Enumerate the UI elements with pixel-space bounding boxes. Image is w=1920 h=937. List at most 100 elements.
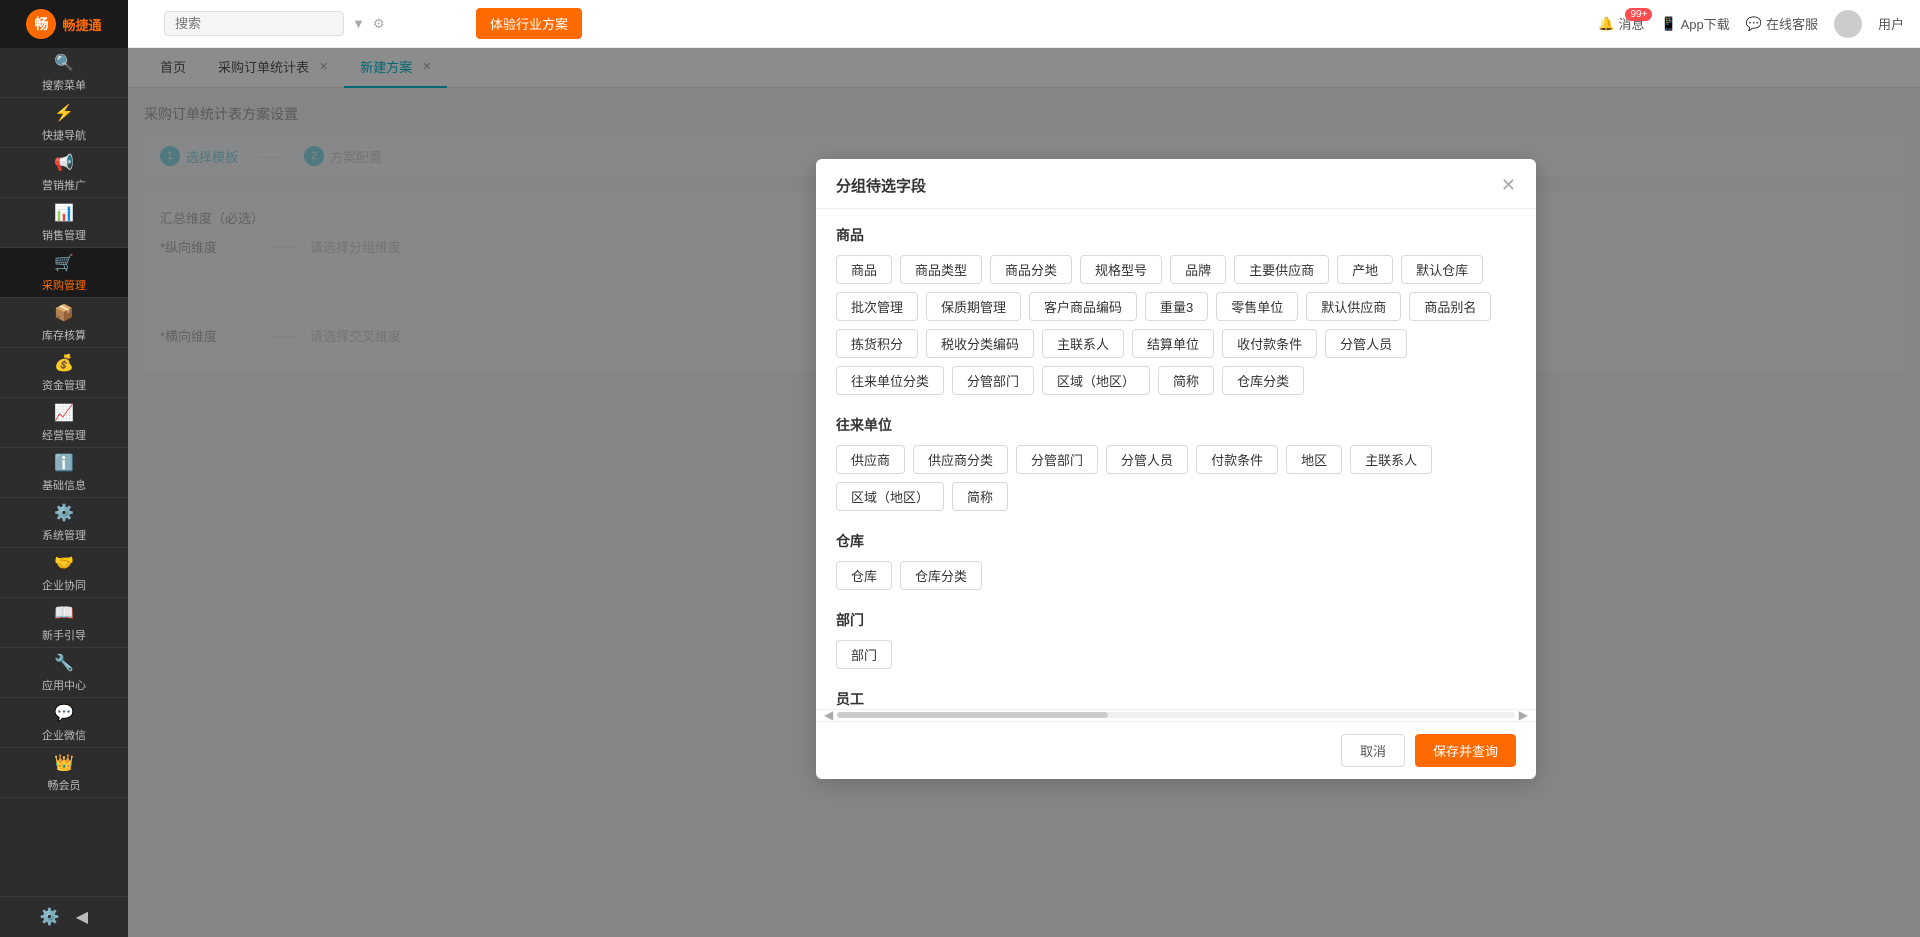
field-tag-goods-0[interactable]: 商品 [836,255,892,284]
collapse-icon[interactable]: ◀ [76,907,88,927]
field-tag-warehouse-0[interactable]: 仓库 [836,561,892,590]
field-tag-goods-15[interactable]: 拣货积分 [836,329,918,358]
field-tag-partner-0[interactable]: 供应商 [836,445,905,474]
field-tag-partner-8[interactable]: 简称 [952,482,1008,511]
sidebar-item-label-1: 快捷导航 [42,127,86,143]
field-tag-goods-12[interactable]: 零售单位 [1216,292,1298,321]
field-tag-goods-6[interactable]: 产地 [1337,255,1393,284]
field-tag-partner-4[interactable]: 付款条件 [1196,445,1278,474]
field-tag-goods-22[interactable]: 分管部门 [952,366,1034,395]
notification-badge: 99+ [1625,8,1652,21]
sidebar-item-label-6: 资金管理 [42,377,86,393]
field-tag-goods-23[interactable]: 区域（地区） [1042,366,1150,395]
sidebar-item-label-0: 搜索菜单 [42,77,86,93]
sidebar-item-icon-8: ℹ️ [54,453,74,473]
sidebar-item-2[interactable]: 📢 营销推广 [0,148,128,198]
field-tag-goods-11[interactable]: 重量3 [1145,292,1208,321]
field-tag-goods-8[interactable]: 批次管理 [836,292,918,321]
field-tag-partner-1[interactable]: 供应商分类 [913,445,1008,474]
sidebar-item-14[interactable]: 👑 畅会员 [0,748,128,798]
sidebar-item-icon-3: 📊 [54,203,74,223]
field-section-title-goods: 商品 [836,225,1516,245]
sidebar-item-7[interactable]: 📈经营管理 [0,398,128,448]
field-tag-goods-21[interactable]: 往来单位分类 [836,366,944,395]
field-tag-goods-9[interactable]: 保质期管理 [926,292,1021,321]
search-input[interactable] [164,11,344,36]
field-section-title-employee: 员工 [836,689,1516,709]
search-area: ▼ ⚙ [164,11,464,36]
field-tag-goods-5[interactable]: 主要供应商 [1234,255,1329,284]
settings-icon[interactable]: ⚙️ [40,907,60,927]
sidebar-item-5[interactable]: 📦库存核算 [0,298,128,348]
sidebar-item-icon-14: 👑 [54,753,74,773]
sidebar-item-icon-12: 🔧 [54,653,74,673]
avatar[interactable] [1834,10,1862,38]
sidebar-item-4[interactable]: 🛒采购管理 [0,248,128,298]
modal-body: 商品商品商品类型商品分类规格型号品牌主要供应商产地默认仓库批次管理保质期管理客户… [816,209,1536,709]
field-tag-goods-20[interactable]: 分管人员 [1325,329,1407,358]
field-tag-goods-4[interactable]: 品牌 [1170,255,1226,284]
field-tag-goods-1[interactable]: 商品类型 [900,255,982,284]
sidebar-item-10[interactable]: 🤝企业协同 [0,548,128,598]
sidebar-item-label-13: 企业微信 [42,727,86,743]
sidebar-item-8[interactable]: ℹ️基础信息 [0,448,128,498]
field-tag-goods-14[interactable]: 商品别名 [1409,292,1491,321]
field-tag-department-0[interactable]: 部门 [836,640,892,669]
sidebar-item-1[interactable]: ⚡ 快捷导航 [0,98,128,148]
app-download-link[interactable]: 📱 App下载 [1660,14,1729,33]
field-tag-goods-10[interactable]: 客户商品编码 [1029,292,1137,321]
sidebar-item-label-11: 新手引导 [42,627,86,643]
sidebar-item-label-7: 经营管理 [42,427,86,443]
field-tag-partner-2[interactable]: 分管部门 [1016,445,1098,474]
sidebar-item-3[interactable]: 📊销售管理 [0,198,128,248]
field-tag-partner-5[interactable]: 地区 [1286,445,1342,474]
user-name[interactable]: 用户 [1878,14,1904,33]
field-section-title-warehouse: 仓库 [836,531,1516,551]
sidebar-item-9[interactable]: ⚙️系统管理 [0,498,128,548]
field-tag-partner-3[interactable]: 分管人员 [1106,445,1188,474]
sidebar-item-13[interactable]: 💬企业微信 [0,698,128,748]
field-section-title-department: 部门 [836,610,1516,630]
field-tag-partner-6[interactable]: 主联系人 [1350,445,1432,474]
field-tag-goods-24[interactable]: 简称 [1158,366,1214,395]
field-tags-partner: 供应商供应商分类分管部门分管人员付款条件地区主联系人区域（地区） 简称 [836,445,1516,511]
field-tag-goods-2[interactable]: 商品分类 [990,255,1072,284]
field-tags-warehouse: 仓库仓库分类 [836,561,1516,590]
confirm-button[interactable]: 保存并查询 [1415,734,1516,767]
service-icon: 💬 [1746,16,1762,32]
field-tag-goods-3[interactable]: 规格型号 [1080,255,1162,284]
modal-close-icon[interactable]: ✕ [1501,175,1516,196]
sidebar-item-icon-0: 🔍 [54,53,74,73]
field-tags-department: 部门 [836,640,1516,669]
field-tag-goods-17[interactable]: 主联系人 [1042,329,1124,358]
field-tag-goods-18[interactable]: 结算单位 [1132,329,1214,358]
sidebar-item-icon-1: ⚡ [54,103,74,123]
sidebar-item-label-2: 营销推广 [42,177,86,193]
try-industry-button[interactable]: 体验行业方案 [476,8,582,39]
online-service-link[interactable]: 💬 在线客服 [1746,14,1818,33]
sidebar-item-0[interactable]: 🔍 搜索菜单 [0,48,128,98]
field-tag-partner-7[interactable]: 区域（地区） [836,482,944,511]
field-tag-goods-25[interactable]: 仓库分类 [1222,366,1304,395]
field-section-warehouse: 仓库仓库仓库分类 [836,531,1516,590]
field-tag-goods-16[interactable]: 税收分类编码 [926,329,1034,358]
sidebar-item-6[interactable]: 💰资金管理 [0,348,128,398]
modal-scroll-bar: ◀ ▶ [816,709,1536,721]
sidebar-item-icon-9: ⚙️ [54,503,74,523]
sidebar-item-12[interactable]: 🔧应用中心 [0,648,128,698]
settings-icon[interactable]: ⚙ [373,16,385,32]
field-tag-goods-19[interactable]: 收付款条件 [1222,329,1317,358]
sidebar-item-label-14: 畅会员 [48,777,81,793]
search-dropdown-icon[interactable]: ▼ [352,16,365,31]
sidebar-item-label-4: 采购管理 [42,277,86,293]
horizontal-scrollbar[interactable] [837,712,1515,718]
field-section-title-partner: 往来单位 [836,415,1516,435]
sidebar-item-icon-11: 📖 [54,603,74,623]
field-tag-goods-13[interactable]: 默认供应商 [1306,292,1401,321]
cancel-button[interactable]: 取消 [1341,734,1405,767]
field-tag-goods-7[interactable]: 默认仓库 [1401,255,1483,284]
sidebar-item-icon-2: 📢 [54,153,74,173]
sidebar-item-11[interactable]: 📖 新手引导 [0,598,128,648]
field-tag-warehouse-1[interactable]: 仓库分类 [900,561,982,590]
notification-bell[interactable]: 🔔 99+ 消息 [1598,14,1644,33]
